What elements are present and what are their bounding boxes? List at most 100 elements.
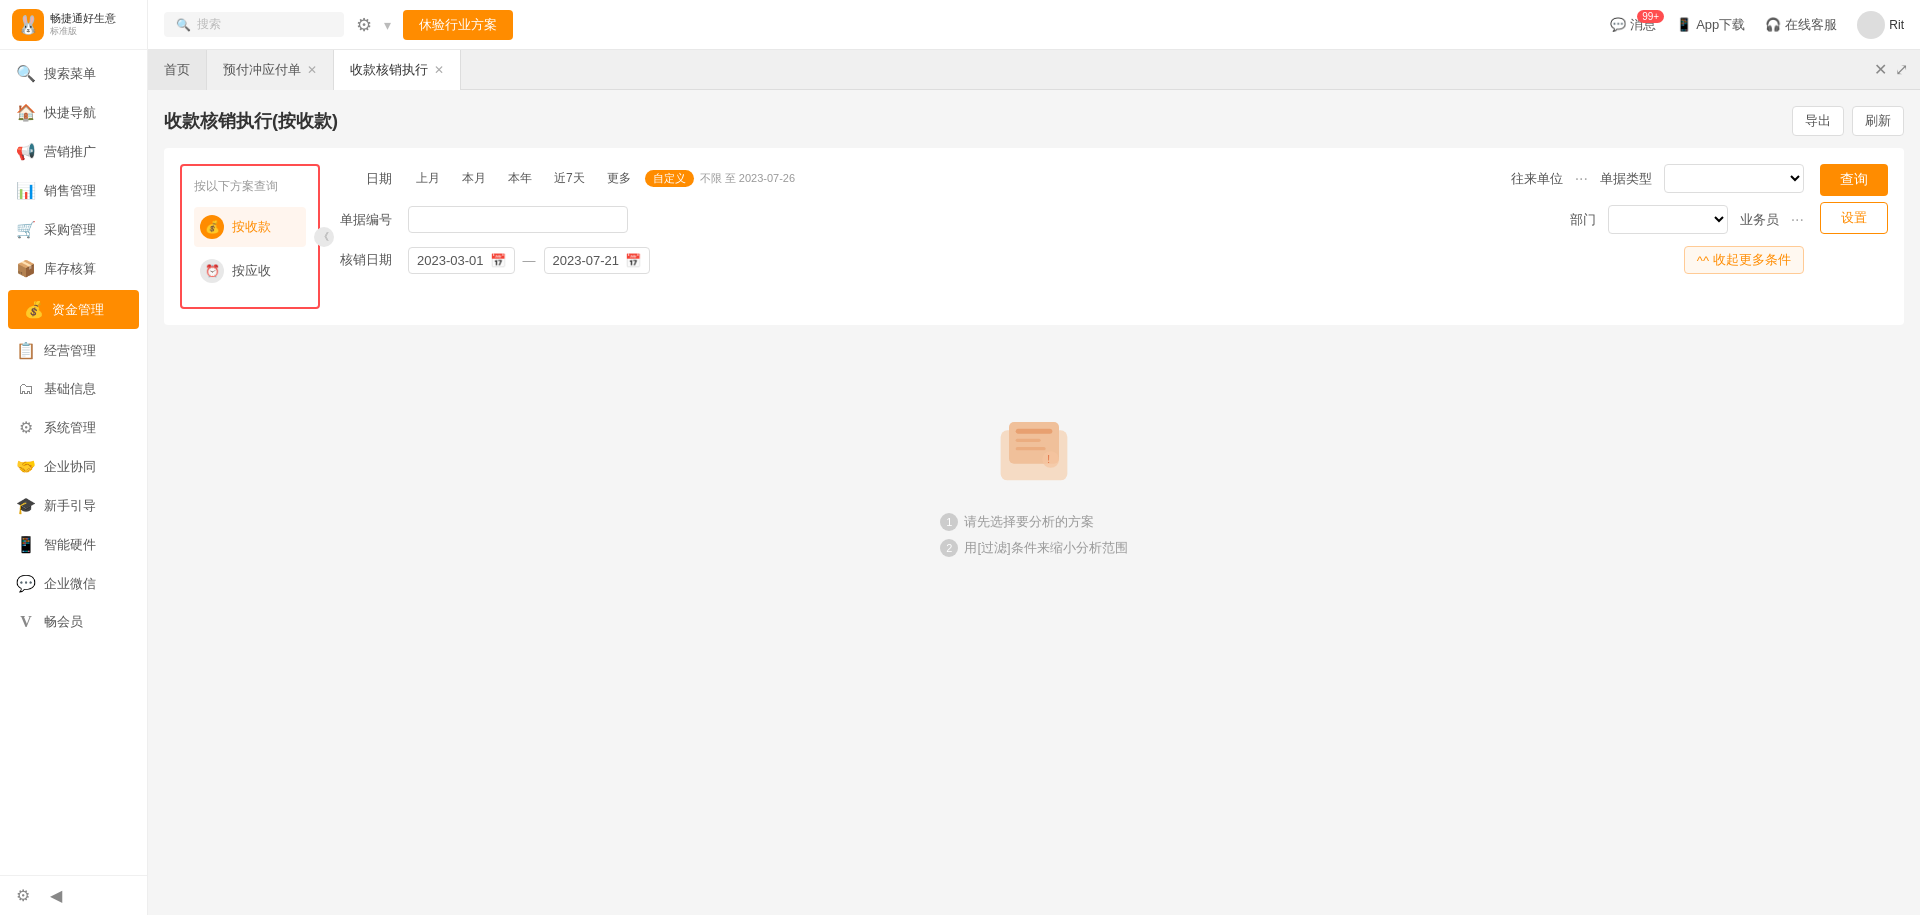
sidebar-item-label: 销售管理 xyxy=(44,182,96,200)
user-area[interactable]: Rit xyxy=(1857,11,1904,39)
employee-dots-icon[interactable]: ··· xyxy=(1791,211,1804,229)
tab-prepay-close-icon[interactable]: ✕ xyxy=(307,63,317,77)
tab-home-label: 首页 xyxy=(164,61,190,79)
sidebar-item-label: 经营管理 xyxy=(44,342,96,360)
tab-receipt-offset[interactable]: 收款核销执行 ✕ xyxy=(334,50,461,90)
sidebar-item-label: 系统管理 xyxy=(44,419,96,437)
svg-point-5 xyxy=(1042,451,1059,468)
industry-solution-button[interactable]: 休验行业方案 xyxy=(403,10,513,40)
date-last-month[interactable]: 上月 xyxy=(408,168,448,189)
tab-prepay-offset[interactable]: 预付冲应付单 ✕ xyxy=(207,50,334,90)
sidebar-item-quick-nav[interactable]: 🏠 快捷导航 xyxy=(0,93,147,132)
date-custom-tag[interactable]: 自定义 xyxy=(645,170,694,187)
topbar-chevron-icon: ▾ xyxy=(384,17,391,33)
svg-text:!: ! xyxy=(1047,454,1050,465)
filter-option-by-receivable[interactable]: ⏰ 按应收 xyxy=(194,251,306,291)
sidebar-item-label: 搜索菜单 xyxy=(44,65,96,83)
online-service-item[interactable]: 🎧 在线客服 xyxy=(1765,16,1837,34)
verify-date-start-field[interactable]: 2023-03-01 📅 xyxy=(408,247,515,274)
sidebar-item-label: 采购管理 xyxy=(44,221,96,239)
sidebar-item-sys[interactable]: ⚙ 系统管理 xyxy=(0,408,147,447)
logo-icon: 🐰 xyxy=(12,9,44,41)
topbar-right: 💬 消息 99+ 📱 App下载 🎧 在线客服 Rit xyxy=(1610,11,1904,39)
refresh-button[interactable]: 刷新 xyxy=(1852,106,1904,136)
tab-prepay-label: 预付冲应付单 xyxy=(223,61,301,79)
sidebar-item-purchase[interactable]: 🛒 采购管理 xyxy=(0,210,147,249)
collapse-more-label: 收起更多条件 xyxy=(1713,251,1791,269)
topbar-settings-icon[interactable]: ⚙ xyxy=(356,14,372,36)
tab-receipt-close-icon[interactable]: ✕ xyxy=(434,63,444,77)
verify-date-end-field[interactable]: 2023-07-21 📅 xyxy=(544,247,651,274)
sidebar-item-search-menu[interactable]: 🔍 搜索菜单 xyxy=(0,54,147,93)
sidebar-item-label: 基础信息 xyxy=(44,380,96,398)
sidebar-item-marketing[interactable]: 📢 营销推广 xyxy=(0,132,147,171)
sidebar-item-collab[interactable]: 🤝 企业协同 xyxy=(0,447,147,486)
collapse-more-button[interactable]: ^^ 收起更多条件 xyxy=(1684,246,1804,274)
partner-dots-icon[interactable]: ··· xyxy=(1575,170,1588,188)
date-this-month[interactable]: 本月 xyxy=(454,168,494,189)
export-button[interactable]: 导出 xyxy=(1792,106,1844,136)
date-more[interactable]: 更多 xyxy=(599,168,639,189)
inventory-icon: 📦 xyxy=(16,259,36,278)
message-item[interactable]: 💬 消息 99+ xyxy=(1610,16,1656,34)
date-last-7[interactable]: 近7天 xyxy=(546,168,593,189)
sidebar: 🐰 畅捷通好生意 标准版 🔍 搜索菜单 🏠 快捷导航 📢 营销推广 📊 销售管理… xyxy=(0,0,148,915)
sidebar-item-label: 企业协同 xyxy=(44,458,96,476)
tab-maximize-icon[interactable]: ⤢ xyxy=(1895,60,1908,79)
doc-no-input[interactable] xyxy=(408,206,628,233)
logo-name: 畅捷通好生意 xyxy=(50,11,116,25)
logo-area: 🐰 畅捷通好生意 标准版 xyxy=(0,0,147,50)
wechat-icon: 💬 xyxy=(16,574,36,593)
marketing-icon: 📢 xyxy=(16,142,36,161)
left-panel-collapse-button[interactable]: 《 xyxy=(314,227,334,247)
sidebar-bottom: ⚙ ◀ xyxy=(0,875,147,915)
query-button[interactable]: 查询 xyxy=(1820,164,1888,196)
svg-rect-2 xyxy=(1016,429,1053,434)
settings-bottom-icon[interactable]: ⚙ xyxy=(16,886,30,905)
hint-item-1: 1 请先选择要分析的方案 xyxy=(940,509,1127,535)
doc-type-select[interactable] xyxy=(1664,164,1804,193)
sidebar-item-label: 营销推广 xyxy=(44,143,96,161)
verify-date-end-value: 2023-07-21 xyxy=(553,253,620,268)
tab-home[interactable]: 首页 xyxy=(148,50,207,90)
sidebar-item-biz[interactable]: 📋 经营管理 xyxy=(0,331,147,370)
sidebar-item-basic-info[interactable]: 🗂 基础信息 xyxy=(0,370,147,408)
by-receipt-label: 按收款 xyxy=(232,218,271,236)
date-this-year[interactable]: 本年 xyxy=(500,168,540,189)
sidebar-item-label: 企业微信 xyxy=(44,575,96,593)
page-actions: 导出 刷新 xyxy=(1792,106,1904,136)
sidebar-item-label: 库存核算 xyxy=(44,260,96,278)
sidebar-item-guide[interactable]: 🎓 新手引导 xyxy=(0,486,147,525)
settings-button[interactable]: 设置 xyxy=(1820,202,1888,234)
collapse-sidebar-icon[interactable]: ◀ xyxy=(50,886,62,905)
right-filter-panel: 日期 上月 本月 本年 近7天 更多 自定义 不限 至 2023-07-26 往… xyxy=(336,164,1804,309)
page-title: 收款核销执行(按收款) xyxy=(164,109,338,133)
sidebar-item-corp-wechat[interactable]: 💬 企业微信 xyxy=(0,564,147,603)
sidebar-item-sales[interactable]: 📊 销售管理 xyxy=(0,171,147,210)
doc-type-label: 单据类型 xyxy=(1600,170,1652,188)
filter-option-by-receipt[interactable]: 💰 按收款 xyxy=(194,207,306,247)
sidebar-item-member[interactable]: V 畅会员 xyxy=(0,603,147,641)
sidebar-item-inventory[interactable]: 📦 库存核算 xyxy=(0,249,147,288)
tab-close-all-icon[interactable]: ✕ xyxy=(1874,60,1887,79)
hint-text-1: 请先选择要分析的方案 xyxy=(964,509,1094,535)
sidebar-item-finance[interactable]: 💰 资金管理 xyxy=(8,290,139,329)
svg-rect-3 xyxy=(1016,439,1041,442)
basic-info-icon: 🗂 xyxy=(16,380,36,398)
dept-select[interactable] xyxy=(1608,205,1728,234)
filter-row-3: 核销日期 2023-03-01 📅 — 2023-07-21 📅 xyxy=(336,246,1804,274)
collapse-row: ^^ 收起更多条件 xyxy=(1684,246,1804,274)
app-download-item[interactable]: 📱 App下载 xyxy=(1676,16,1745,34)
tabbar-actions: ✕ ⤢ xyxy=(1874,60,1920,79)
topbar-search[interactable]: 🔍 搜索 xyxy=(164,12,344,37)
search-placeholder: 搜索 xyxy=(197,16,221,33)
verify-date-label: 核销日期 xyxy=(336,251,392,269)
hint-num-1: 1 xyxy=(940,513,958,531)
calendar-start-icon[interactable]: 📅 xyxy=(490,253,506,268)
filter-actions: 查询 设置 xyxy=(1820,164,1888,234)
empty-hints: 1 请先选择要分析的方案 2 用[过滤]条件来缩小分析范围 xyxy=(940,509,1127,561)
sidebar-item-smart-hw[interactable]: 📱 智能硬件 xyxy=(0,525,147,564)
dept-label: 部门 xyxy=(1570,211,1596,229)
member-icon: V xyxy=(16,613,36,631)
calendar-end-icon[interactable]: 📅 xyxy=(625,253,641,268)
